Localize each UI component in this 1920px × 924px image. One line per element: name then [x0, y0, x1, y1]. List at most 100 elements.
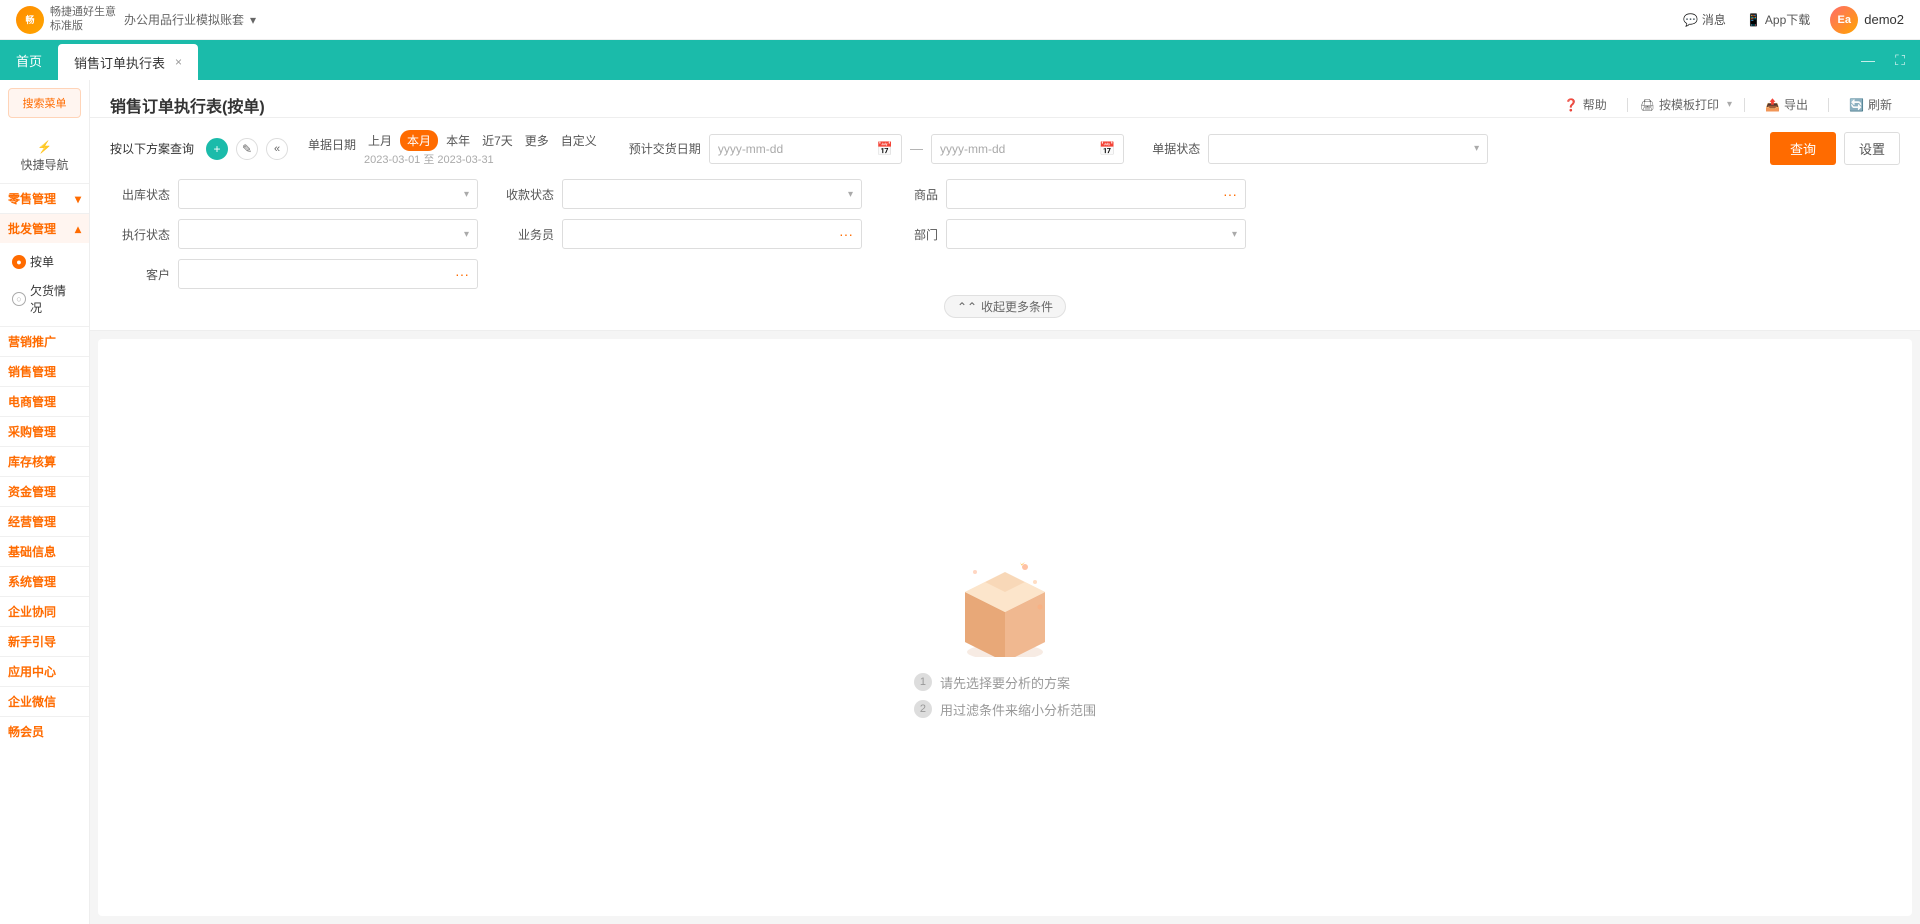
breadcrumb-arrow[interactable]: ▾ — [250, 13, 256, 27]
app-icon: 📱 — [1746, 13, 1761, 27]
empty-tip-2: 2 用过滤条件来缩小分析范围 — [914, 700, 1096, 719]
exec-selector[interactable]: ▾ — [178, 219, 478, 249]
collapse-bar[interactable]: ⌃⌃ 收起更多条件 — [110, 289, 1900, 318]
help-icon: ❓ — [1564, 98, 1579, 112]
filter-row-2: 执行状态 ▾ 业务员 ··· 部门 — [110, 219, 1900, 249]
page-header: 销售订单执行表(按单) ❓ 帮助 🖨 按模板打印 ▾ 📤 导出 — [90, 80, 1920, 118]
customer-dots-icon[interactable]: ··· — [451, 266, 469, 282]
query-button[interactable]: 查询 — [1770, 132, 1836, 165]
tip-num-1: 1 — [914, 673, 932, 691]
avatar: Ea — [1830, 6, 1858, 34]
sidebar-item-finance[interactable]: 资金管理 — [0, 476, 89, 506]
print-dropdown-icon[interactable]: ▾ — [1727, 99, 1732, 110]
filter-row-1: 出库状态 ▾ 收款状态 ▾ 商品 — [110, 179, 1900, 209]
scheme-actions: + ✎ « — [206, 138, 288, 160]
scheme-item-dandan[interactable]: ● 按单 — [8, 247, 81, 276]
collapse-label: 收起更多条件 — [981, 298, 1053, 315]
sidebar-item-retail[interactable]: 零售管理 ▾ — [0, 183, 89, 213]
sidebar: 搜索菜单 ⚡ 快捷导航 零售管理 ▾ 批发管理 ▴ ● 按单 ○ — [0, 80, 90, 924]
refresh-icon: 🔄 — [1849, 98, 1864, 112]
quick-nav-icon: ⚡ — [37, 140, 52, 154]
retail-arrow-icon: ▾ — [75, 192, 81, 206]
sidebar-item-app-center[interactable]: 应用中心 — [0, 656, 89, 686]
window-minimize-button[interactable]: — — [1856, 48, 1880, 72]
sidebar-item-basic[interactable]: 基础信息 — [0, 536, 89, 566]
sidebar-item-wholesale[interactable]: 批发管理 ▴ — [0, 213, 89, 243]
dept-selector[interactable]: ▾ — [946, 219, 1246, 249]
scheme-list: ● 按单 ○ 欠货情况 — [0, 243, 89, 326]
sidebar-item-member[interactable]: 畅会员 — [0, 716, 89, 746]
goods-input[interactable]: ··· — [946, 179, 1246, 209]
breadcrumb: 办公用品行业模拟账套 ▾ — [124, 11, 256, 28]
empty-tip-1: 1 请先选择要分析的方案 — [914, 673, 1096, 692]
user-area[interactable]: Ea demo2 — [1830, 6, 1904, 34]
app-download-button[interactable]: 📱 App下载 — [1746, 11, 1810, 28]
collapse-up-icon: ⌃⌃ — [957, 300, 977, 314]
sidebar-item-purchase[interactable]: 采购管理 — [0, 416, 89, 446]
sidebar-item-sales[interactable]: 销售管理 — [0, 356, 89, 386]
predict-date-end-input[interactable]: 📅 — [931, 134, 1124, 164]
salesperson-input[interactable]: ··· — [562, 219, 862, 249]
date-shortcut-last-month[interactable]: 上月 — [364, 130, 396, 151]
calendar-icon[interactable]: 📅 — [877, 141, 893, 157]
main-layout: 搜索菜单 ⚡ 快捷导航 零售管理 ▾ 批发管理 ▴ ● 按单 ○ — [0, 80, 1920, 924]
payment-label: 收款状态 — [494, 186, 554, 203]
date-label: 单据日期 — [308, 130, 356, 160]
refresh-button[interactable]: 🔄 刷新 — [1841, 92, 1900, 117]
divider — [1627, 98, 1628, 112]
filter-item-goods: 商品 ··· — [878, 179, 1246, 209]
export-button[interactable]: 📤 导出 — [1757, 92, 1816, 117]
date-shortcut-more[interactable]: 更多 — [521, 130, 553, 151]
sidebar-item-enterprise[interactable]: 企业协同 — [0, 596, 89, 626]
calendar-icon2[interactable]: 📅 — [1099, 141, 1115, 157]
payment-selector[interactable]: ▾ — [562, 179, 862, 209]
customer-input[interactable]: ··· — [178, 259, 478, 289]
tab-sales-order[interactable]: 销售订单执行表 × — [58, 44, 198, 80]
predict-date-end-field[interactable] — [940, 142, 1095, 156]
tip-text-2: 用过滤条件来缩小分析范围 — [940, 700, 1096, 719]
tab-close-icon[interactable]: × — [175, 55, 182, 69]
filter-item-exec: 执行状态 ▾ — [110, 219, 478, 249]
edit-scheme-button[interactable]: ✎ — [236, 138, 258, 160]
outbound-selector[interactable]: ▾ — [178, 179, 478, 209]
sidebar-item-system[interactable]: 系统管理 — [0, 566, 89, 596]
page-header-actions: ❓ 帮助 🖨 按模板打印 ▾ 📤 导出 🔄 刷新 — [1556, 92, 1900, 117]
add-scheme-button[interactable]: + — [206, 138, 228, 160]
date-shortcut-7days[interactable]: 近7天 — [478, 130, 517, 151]
goods-label: 商品 — [878, 186, 938, 203]
search-menu-button[interactable]: 搜索菜单 — [8, 88, 81, 118]
print-button[interactable]: 🖨 按模板打印 ▾ — [1640, 96, 1732, 113]
goods-dots-icon[interactable]: ··· — [1219, 186, 1237, 202]
sidebar-item-ecommerce[interactable]: 电商管理 — [0, 386, 89, 416]
salesperson-dots-icon[interactable]: ··· — [835, 226, 853, 242]
date-separator: — — [910, 141, 923, 156]
sidebar-item-operations[interactable]: 经营管理 — [0, 506, 89, 536]
exec-chevron-icon: ▾ — [456, 229, 469, 240]
sidebar-item-quick-nav[interactable]: ⚡ 快捷导航 — [0, 130, 89, 183]
status-chevron-icon: ▾ — [1474, 143, 1479, 154]
date-shortcut-current-year[interactable]: 本年 — [442, 130, 474, 151]
date-shortcut-custom[interactable]: 自定义 — [557, 130, 601, 151]
sidebar-item-inventory[interactable]: 库存核算 — [0, 446, 89, 476]
help-button[interactable]: ❓ 帮助 — [1556, 92, 1615, 117]
filter-panel: 按以下方案查询 + ✎ « 单据日期 上月 本月 本年 近7天 — [90, 118, 1920, 331]
tab-home[interactable]: 首页 — [0, 40, 58, 80]
sidebar-item-enterprise-wechat[interactable]: 企业微信 — [0, 686, 89, 716]
window-maximize-button[interactable]: ⛶ — [1888, 48, 1912, 72]
dept-label: 部门 — [878, 226, 938, 243]
sidebar-item-newbie[interactable]: 新手引导 — [0, 626, 89, 656]
collapse-scheme-button[interactable]: « — [266, 138, 288, 160]
date-shortcut-current-month[interactable]: 本月 — [400, 130, 438, 151]
sidebar-item-marketing[interactable]: 营销推广 — [0, 326, 89, 356]
scheme-dot: ○ — [12, 292, 26, 306]
message-button[interactable]: 💬 消息 — [1683, 11, 1726, 28]
empty-tips: 1 请先选择要分析的方案 2 用过滤条件来缩小分析范围 — [914, 673, 1096, 719]
scheme-item-quhuo[interactable]: ○ 欠货情况 — [8, 276, 81, 322]
empty-state: 1 请先选择要分析的方案 2 用过滤条件来缩小分析范围 — [98, 339, 1912, 916]
predict-date-start-input[interactable]: 📅 — [709, 134, 902, 164]
logo-area: 畅 畅捷通好生意 标准版 — [16, 6, 116, 34]
predict-date-start-field[interactable] — [718, 142, 873, 156]
status-selector[interactable]: ▾ — [1208, 134, 1488, 164]
settings-button[interactable]: 设置 — [1844, 132, 1900, 165]
export-icon: 📤 — [1765, 98, 1780, 112]
